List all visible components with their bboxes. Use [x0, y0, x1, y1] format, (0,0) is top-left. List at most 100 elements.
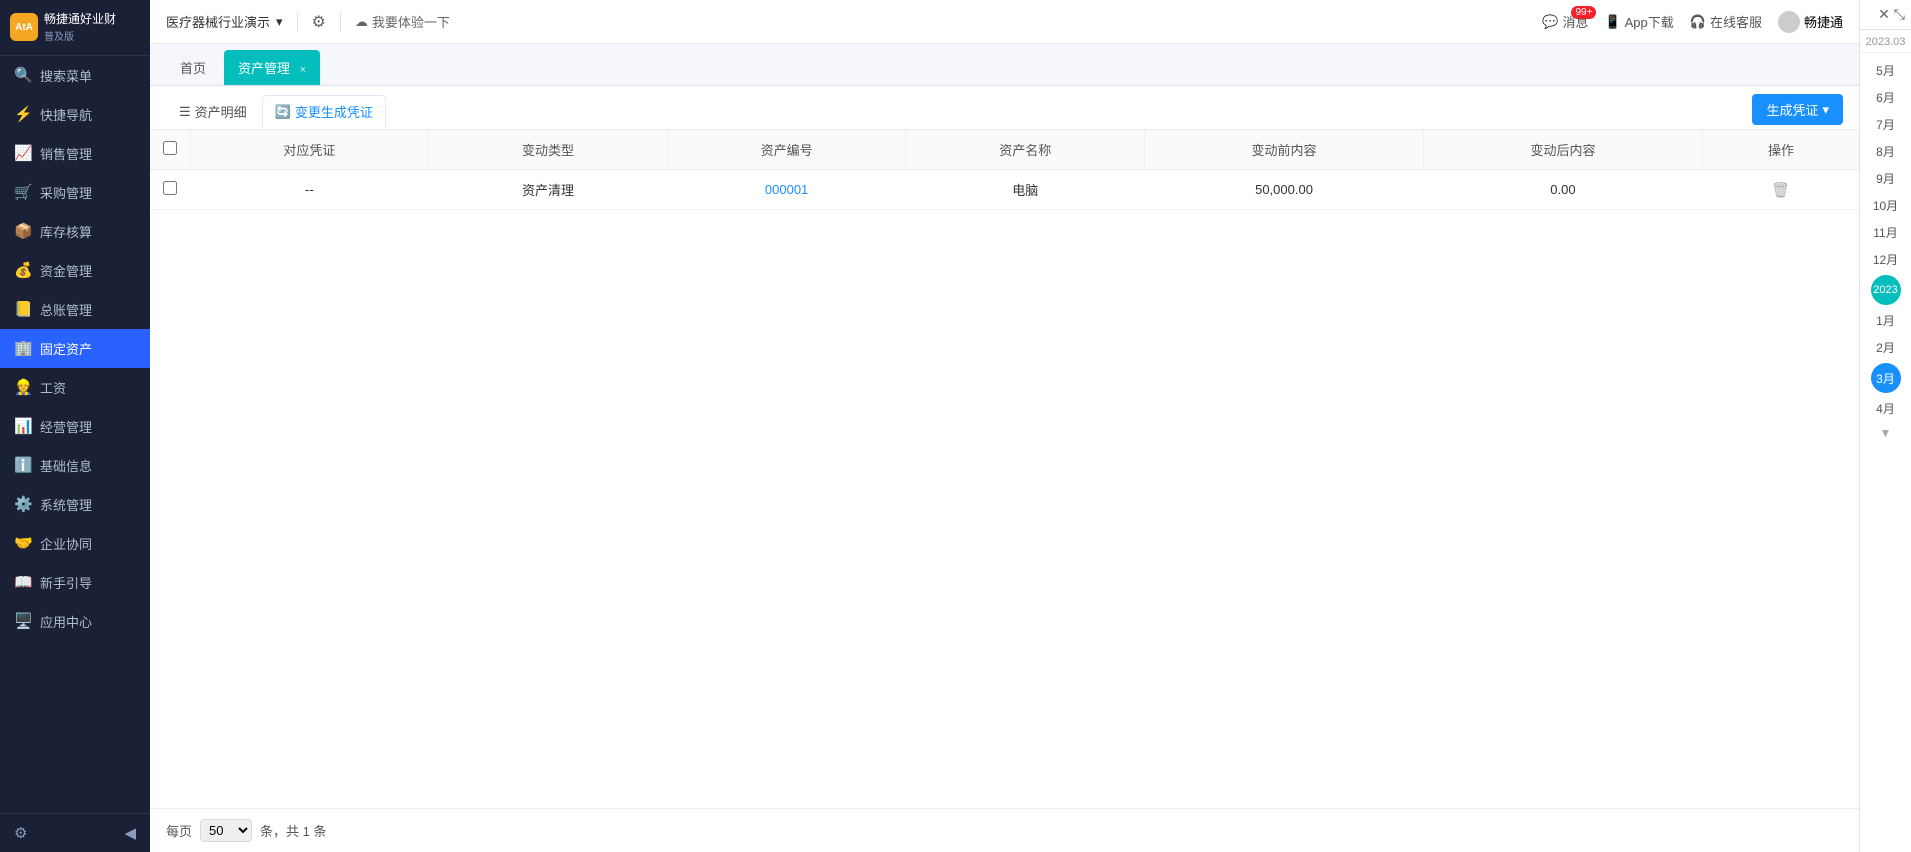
sidebar-item-经营管理[interactable]: 📊经营管理 — [0, 407, 150, 446]
right-panel: ✕ ⤡ 2023.03 5月6月7月8月9月10月11月12月20231月2月3… — [1859, 0, 1911, 852]
sidebar-label-11: 系统管理 — [40, 495, 92, 514]
collapse-icon[interactable]: ◀ — [124, 824, 136, 842]
generate-voucher-button[interactable]: 生成凭证 ▾ — [1752, 94, 1843, 125]
month-item-3月[interactable]: 3月 — [1871, 363, 1901, 393]
sidebar-item-企业协同[interactable]: 🤝企业协同 — [0, 524, 150, 563]
col-asset-name: 资产名称 — [906, 130, 1145, 170]
sidebar-icon-4: 📦 — [14, 222, 32, 240]
chevron-down-icon: ▾ — [1822, 102, 1829, 118]
topbar-right: 💬 消息 99+ 📱 App下载 🎧 在线客服 畅捷通 — [1542, 11, 1843, 33]
month-item-1月[interactable]: 1月 — [1860, 307, 1911, 334]
sidebar-label-7: 固定资产 — [40, 339, 92, 358]
sidebar-icon-3: 🛒 — [14, 183, 32, 201]
col-action: 操作 — [1702, 130, 1859, 170]
data-table-wrap: 对应凭证 变动类型 资产编号 资产名称 变动前内容 变动后内容 操作 -- 资产… — [150, 130, 1859, 808]
row-asset-no: 000001 — [667, 170, 906, 210]
user-menu[interactable]: 畅捷通 — [1778, 11, 1843, 33]
month-item[interactable]: 11月 — [1860, 219, 1911, 246]
table-row: -- 资产清理 000001 电脑 50,000.00 0.00 🗑 — [150, 170, 1859, 210]
sidebar-item-采购管理[interactable]: 🛒 采购管理 — [0, 173, 150, 212]
experience-link[interactable]: ☁ 我要体验一下 — [355, 12, 450, 31]
select-all-checkbox[interactable] — [163, 141, 177, 155]
sidebar-item-工资[interactable]: 👷 工资 — [0, 368, 150, 407]
sidebar-item-搜索菜单[interactable]: 🔍搜索菜单 — [0, 56, 150, 95]
sidebar-item-总账管理[interactable]: 📒总账管理 — [0, 290, 150, 329]
app-download-link[interactable]: 📱 App下载 — [1604, 12, 1673, 31]
tab-bar: 首页 资产管理 × — [150, 44, 1859, 86]
avatar — [1778, 11, 1800, 33]
app-download-label: App下载 — [1625, 12, 1674, 31]
scroll-down-icon[interactable]: ▼ — [1860, 422, 1911, 444]
sidebar-item-销售管理[interactable]: 📈销售管理 — [0, 134, 150, 173]
year-label-2023[interactable]: 2023 — [1871, 275, 1901, 305]
sidebar-icon-10: ℹ️ — [14, 456, 32, 474]
row-change-type: 资产清理 — [429, 170, 668, 210]
delete-icon[interactable]: 🗑 — [1771, 182, 1790, 199]
phone-icon: 📱 — [1604, 14, 1620, 30]
username: 畅捷通 — [1804, 12, 1843, 31]
row-checkbox[interactable] — [163, 181, 177, 195]
panel-year-header: 2023.03 — [1860, 30, 1911, 53]
tab-asset-mgmt[interactable]: 资产管理 × — [224, 50, 320, 85]
row-action: 🗑 — [1702, 170, 1859, 210]
pagination-bar: 每页 102050100 条，共 1 条 — [150, 808, 1859, 852]
app-logo-icon: AtA — [10, 13, 38, 41]
sidebar-item-固定资产[interactable]: 🏢固定资产 — [0, 329, 150, 368]
message-button[interactable]: 💬 消息 99+ — [1542, 12, 1588, 31]
main-content: 医疗器械行业演示 ▾ ⚙ ☁ 我要体验一下 💬 消息 99+ 📱 App下载 🎧… — [150, 0, 1859, 852]
col-asset-no: 资产编号 — [667, 130, 906, 170]
message-icon: 💬 — [1542, 14, 1558, 30]
month-item[interactable]: 10月 — [1860, 192, 1911, 219]
sidebar-label-1: 快捷导航 — [40, 105, 92, 124]
asset-table: 对应凭证 变动类型 资产编号 资产名称 变动前内容 变动后内容 操作 -- 资产… — [150, 130, 1859, 210]
row-asset-name: 电脑 — [906, 170, 1145, 210]
sidebar-item-库存核算[interactable]: 📦库存核算 — [0, 212, 150, 251]
tab-home[interactable]: 首页 — [166, 50, 220, 85]
sidebar-icon-8: 👷 — [14, 378, 32, 396]
tab-close-icon[interactable]: × — [300, 64, 306, 76]
expand-panel-icon[interactable]: ⤡ — [1894, 6, 1905, 23]
sidebar-label-3: 采购管理 — [40, 183, 92, 202]
sidebar-item-新手引导[interactable]: 📖新手引导 — [0, 563, 150, 602]
month-item[interactable]: 8月 — [1860, 138, 1911, 165]
settings-icon[interactable]: ⚙ — [14, 824, 27, 842]
sidebar-label-8: 工资 — [40, 378, 66, 397]
row-voucher: -- — [190, 170, 429, 210]
close-panel-icon[interactable]: ✕ — [1878, 6, 1890, 23]
gear-icon[interactable]: ⚙ — [312, 12, 326, 32]
month-item-4月[interactable]: 4月 — [1860, 395, 1911, 422]
total-label: 条，共 1 条 — [260, 821, 326, 840]
per-page-select[interactable]: 102050100 — [200, 819, 252, 842]
tab-asset-detail-label: 资产明细 — [195, 102, 247, 121]
month-item[interactable]: 5月 — [1860, 57, 1911, 84]
online-service-link[interactable]: 🎧 在线客服 — [1690, 12, 1762, 31]
company-name: 医疗器械行业演示 — [166, 12, 270, 31]
experience-icon: ☁ — [355, 14, 368, 30]
month-item[interactable]: 12月 — [1860, 246, 1911, 273]
topbar-divider — [297, 12, 298, 32]
month-item[interactable]: 6月 — [1860, 84, 1911, 111]
right-panel-header: ✕ ⤡ — [1860, 0, 1911, 30]
company-selector[interactable]: 医疗器械行业演示 ▾ — [166, 12, 283, 31]
sidebar-item-系统管理[interactable]: ⚙️ 系统管理 — [0, 485, 150, 524]
sidebar-item-资金管理[interactable]: 💰资金管理 — [0, 251, 150, 290]
month-item[interactable]: 7月 — [1860, 111, 1911, 138]
sidebar: AtA 畅捷通好业财 普及版 🔍搜索菜单⚡快捷导航📈销售管理🛒采购管理📦库存核算… — [0, 0, 150, 852]
per-page-label: 每页 — [166, 821, 192, 840]
headset-icon: 🎧 — [1690, 14, 1706, 30]
month-item[interactable]: 9月 — [1860, 165, 1911, 192]
sidebar-item-快捷导航[interactable]: ⚡快捷导航 — [0, 95, 150, 134]
sidebar-icon-13: 📖 — [14, 573, 32, 591]
sidebar-item-应用中心[interactable]: 🖥️应用中心 — [0, 602, 150, 641]
sidebar-label-0: 搜索菜单 — [40, 66, 92, 85]
month-item-2月[interactable]: 2月 — [1860, 334, 1911, 361]
sidebar-icon-11: ⚙️ — [14, 495, 32, 513]
sidebar-item-基础信息[interactable]: ℹ️基础信息 — [0, 446, 150, 485]
row-after-content: 0.00 — [1423, 170, 1702, 210]
sidebar-icon-5: 💰 — [14, 261, 32, 279]
sidebar-bottom: ⚙ ◀ — [0, 813, 150, 852]
tab-asset-detail[interactable]: ☰ 资产明细 — [166, 95, 260, 128]
tab-change-voucher[interactable]: 🔄 变更生成凭证 — [262, 95, 386, 128]
sidebar-icon-12: 🤝 — [14, 534, 32, 552]
generate-btn-label: 生成凭证 — [1766, 100, 1818, 119]
